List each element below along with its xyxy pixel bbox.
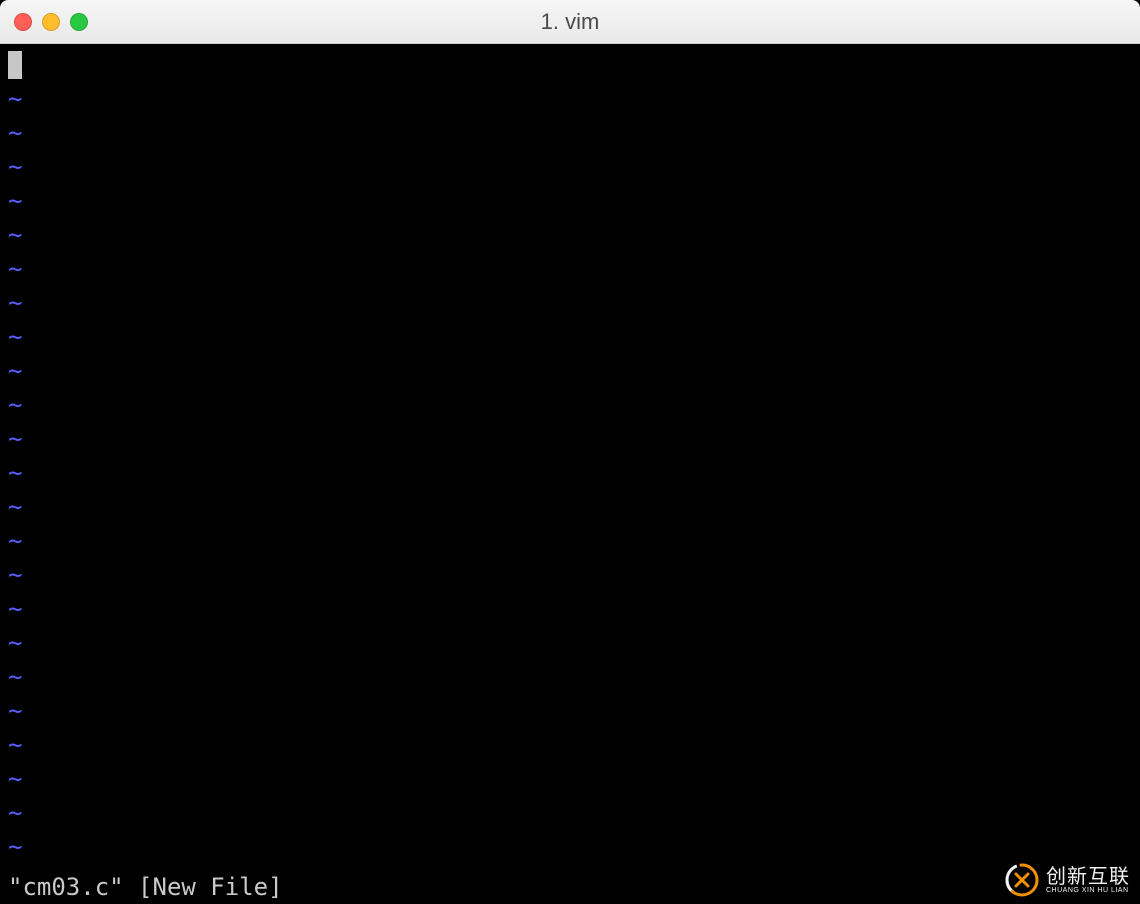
- watermark-logo-icon: [1004, 862, 1040, 898]
- status-line: "cm03.c" [New File]: [6, 870, 1134, 904]
- watermark-text: 创新互联 CHUANG XIN HU LIAN: [1046, 867, 1130, 894]
- editor-empty-line[interactable]: ~: [6, 728, 1134, 762]
- terminal-window: 1. vim ~~~~~~~~~~~~~~~~~~~~~~~ "cm03.c" …: [0, 0, 1140, 904]
- editor-empty-line[interactable]: ~: [6, 660, 1134, 694]
- editor-empty-line[interactable]: ~: [6, 218, 1134, 252]
- editor-empty-line[interactable]: ~: [6, 252, 1134, 286]
- terminal-content[interactable]: ~~~~~~~~~~~~~~~~~~~~~~~ "cm03.c" [New Fi…: [0, 44, 1140, 904]
- editor-empty-line[interactable]: ~: [6, 558, 1134, 592]
- editor-empty-line[interactable]: ~: [6, 456, 1134, 490]
- watermark-en: CHUANG XIN HU LIAN: [1046, 887, 1130, 894]
- editor-empty-line[interactable]: ~: [6, 626, 1134, 660]
- window-controls: [14, 13, 88, 31]
- editor-empty-line[interactable]: ~: [6, 150, 1134, 184]
- editor-empty-line[interactable]: ~: [6, 286, 1134, 320]
- titlebar[interactable]: 1. vim: [0, 0, 1140, 44]
- editor-empty-line[interactable]: ~: [6, 184, 1134, 218]
- editor-empty-line[interactable]: ~: [6, 592, 1134, 626]
- editor-empty-line[interactable]: ~: [6, 694, 1134, 728]
- editor-line-current[interactable]: [6, 48, 1134, 82]
- editor-empty-line[interactable]: ~: [6, 796, 1134, 830]
- editor-empty-line[interactable]: ~: [6, 490, 1134, 524]
- watermark: 创新互联 CHUANG XIN HU LIAN: [1004, 862, 1130, 898]
- editor-empty-line[interactable]: ~: [6, 762, 1134, 796]
- editor-empty-line[interactable]: ~: [6, 354, 1134, 388]
- editor-empty-line[interactable]: ~: [6, 116, 1134, 150]
- editor-empty-line[interactable]: ~: [6, 388, 1134, 422]
- maximize-button[interactable]: [70, 13, 88, 31]
- editor-lines[interactable]: ~~~~~~~~~~~~~~~~~~~~~~~: [6, 48, 1134, 870]
- editor-empty-line[interactable]: ~: [6, 830, 1134, 864]
- close-button[interactable]: [14, 13, 32, 31]
- cursor-block-icon: [8, 51, 22, 79]
- editor-empty-line[interactable]: ~: [6, 82, 1134, 116]
- minimize-button[interactable]: [42, 13, 60, 31]
- editor-empty-line[interactable]: ~: [6, 320, 1134, 354]
- window-title: 1. vim: [0, 9, 1140, 35]
- watermark-cn: 创新互联: [1046, 867, 1130, 887]
- editor-empty-line[interactable]: ~: [6, 524, 1134, 558]
- editor-empty-line[interactable]: ~: [6, 422, 1134, 456]
